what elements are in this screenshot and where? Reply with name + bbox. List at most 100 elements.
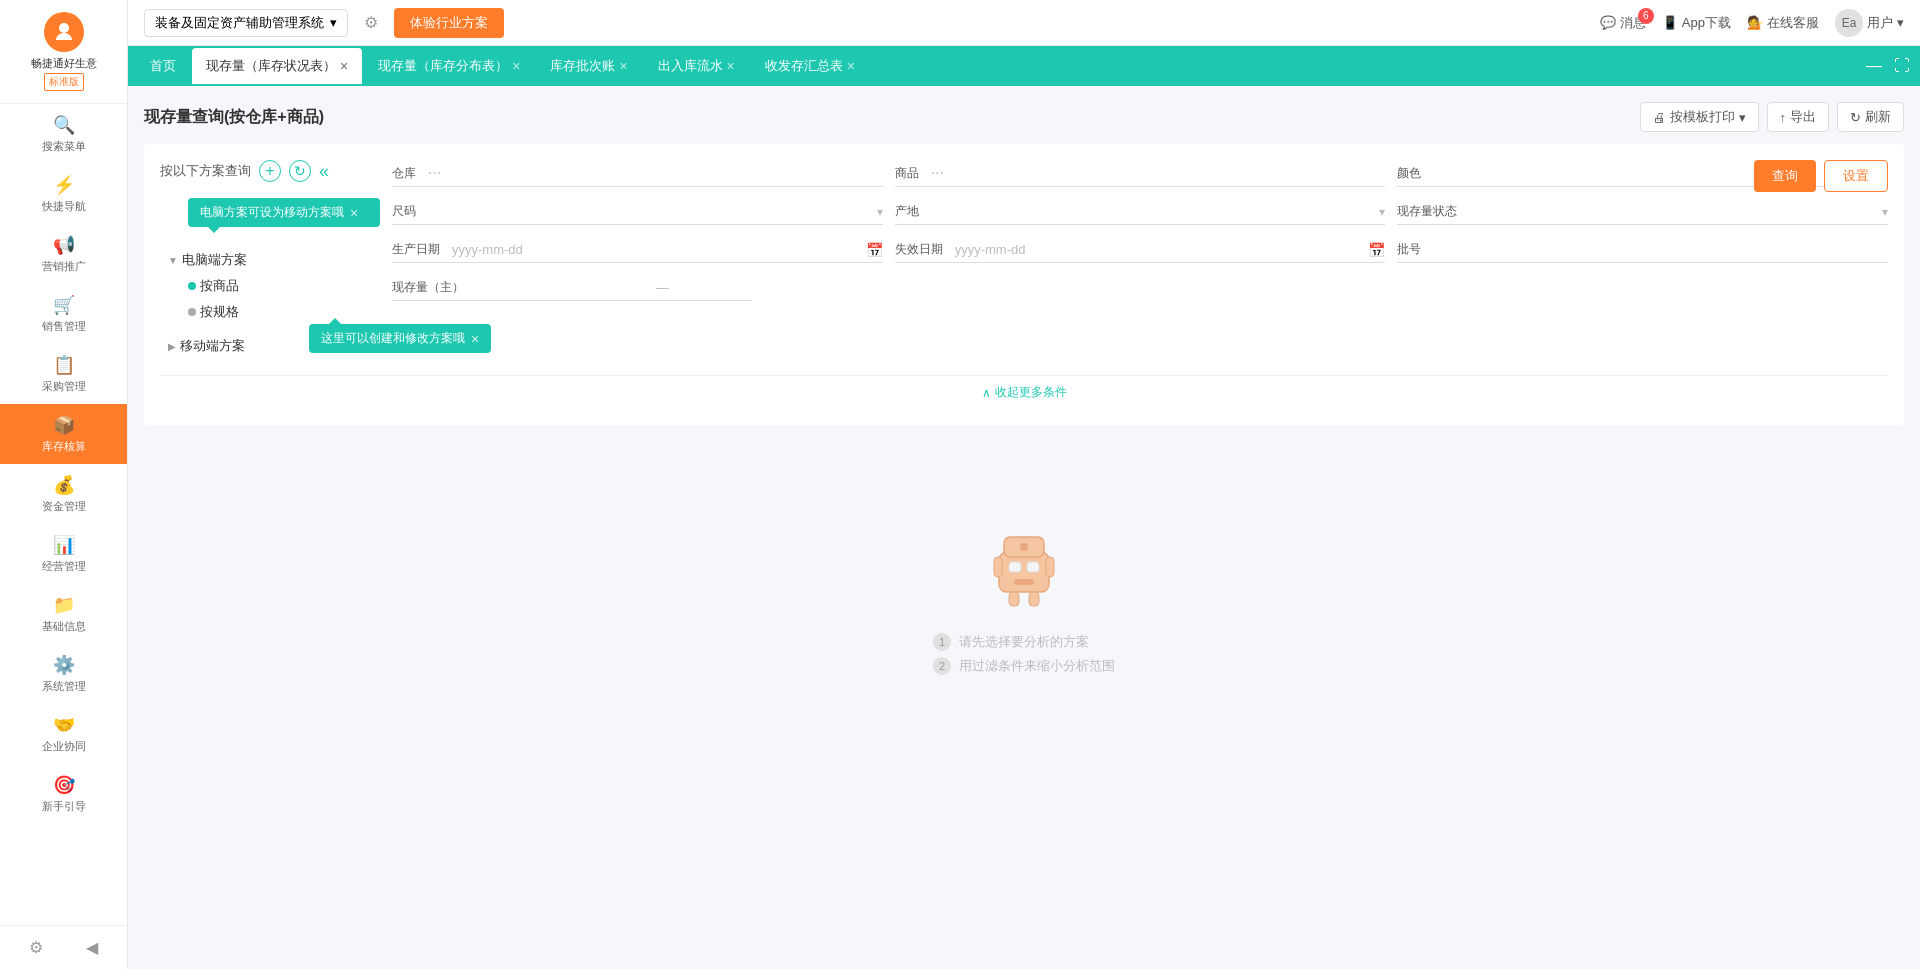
sidebar-item-operations[interactable]: 📊 经营管理: [0, 524, 127, 584]
prod-date-label: 生产日期: [392, 241, 440, 258]
collapse-conditions-button[interactable]: ∧ 收起更多条件: [160, 375, 1888, 409]
tab-close-icon[interactable]: ×: [727, 58, 735, 74]
sales-icon: 🛒: [53, 294, 75, 316]
settings-button[interactable]: ⚙: [25, 934, 47, 961]
tab-inventory-status[interactable]: 现存量（库存状况表） ×: [192, 48, 362, 84]
reset-button[interactable]: 设置: [1824, 160, 1888, 192]
warehouse-field: 仓库 ···: [392, 160, 883, 187]
system-name: 装备及固定资产辅助管理系统: [155, 14, 324, 32]
calendar2-icon[interactable]: 📅: [1368, 242, 1385, 258]
message-badge: 6: [1638, 8, 1654, 24]
sidebar-item-label: 基础信息: [42, 619, 86, 634]
sidebar-item-search[interactable]: 🔍 搜索菜单: [0, 104, 127, 164]
sidebar-item-system[interactable]: ⚙️ 系统管理: [0, 644, 127, 704]
inventory-qty-input-to[interactable]: [677, 280, 845, 295]
sidebar-item-newbie[interactable]: 🎯 新手引导: [0, 764, 127, 824]
maximize-button[interactable]: ⛶: [1892, 55, 1912, 77]
back-icon[interactable]: «: [319, 161, 329, 182]
system-selector[interactable]: 装备及固定资产辅助管理系统 ▾: [144, 9, 348, 37]
size-field[interactable]: 尺码 ▾: [392, 199, 883, 225]
sidebar-item-purchase[interactable]: 📋 采购管理: [0, 344, 127, 404]
template-print-button[interactable]: 🖨 按模板打印 ▾: [1640, 102, 1759, 132]
refresh-button[interactable]: ↻ 刷新: [1837, 102, 1904, 132]
template-print-label: 按模板打印: [1670, 108, 1735, 126]
scheme-item-label: 按商品: [200, 277, 239, 295]
main-area: 装备及固定资产辅助管理系统 ▾ ⚙ 体验行业方案 💬 消息 6 📱 App下载 …: [128, 0, 1920, 969]
filter-row-4: 现存量（主） —: [392, 275, 1888, 301]
sidebar-item-collab[interactable]: 🤝 企业协同: [0, 704, 127, 764]
expire-date-input[interactable]: [955, 242, 1365, 257]
filter-fields: 查询 设置 仓库 ··· 商品 ···: [392, 160, 1888, 301]
tab-close-icon[interactable]: ×: [619, 58, 627, 74]
refresh-scheme-button[interactable]: ↻: [289, 160, 311, 182]
gear-icon[interactable]: ⚙: [360, 9, 382, 36]
tab-summary[interactable]: 收发存汇总表 ×: [751, 48, 869, 84]
stock-status-field[interactable]: 现存量状态 ▾: [1397, 199, 1888, 225]
tab-close-icon[interactable]: ×: [512, 58, 520, 74]
avatar: Ea: [1835, 9, 1863, 37]
refresh-label: 刷新: [1865, 108, 1891, 126]
sidebar-item-label: 快捷导航: [42, 199, 86, 214]
tabbar: 首页 现存量（库存状况表） × 现存量（库存分布表） × 库存批次账 × 出入库…: [128, 46, 1920, 86]
sidebar-item-marketing[interactable]: 📢 营销推广: [0, 224, 127, 284]
origin-field[interactable]: 产地 ▾: [895, 199, 1386, 225]
inventory-qty-input-from[interactable]: [480, 280, 648, 295]
chevron-right-icon: ▼: [168, 255, 178, 266]
collapse-sidebar-button[interactable]: ◀: [82, 934, 102, 961]
sidebar-item-sales[interactable]: 🛒 销售管理: [0, 284, 127, 344]
tab-home[interactable]: 首页: [136, 48, 190, 84]
user-chevron-icon: ▾: [1897, 15, 1904, 30]
filter-header: 按以下方案查询 + ↻ «: [160, 160, 380, 182]
message-button[interactable]: 💬 消息 6: [1600, 14, 1646, 32]
calendar-icon[interactable]: 📅: [866, 242, 883, 258]
user-menu[interactable]: Ea 用户 ▾: [1835, 9, 1904, 37]
tab-inventory-dist[interactable]: 现存量（库存分布表） ×: [364, 48, 534, 84]
sidebar-item-label: 系统管理: [42, 679, 86, 694]
tab-close-icon[interactable]: ×: [340, 58, 348, 74]
tab-close-icon[interactable]: ×: [847, 58, 855, 74]
warehouse-dots[interactable]: ···: [428, 164, 441, 182]
add-scheme-button[interactable]: +: [259, 160, 281, 182]
tooltip-tail2: [329, 318, 341, 324]
sidebar-item-finance[interactable]: 💰 资金管理: [0, 464, 127, 524]
sidebar-item-quicknav[interactable]: ⚡ 快捷导航: [0, 164, 127, 224]
prod-date-input[interactable]: [452, 242, 862, 257]
empty-state: 1 请先选择要分析的方案 2 用过滤条件来缩小分析范围: [144, 437, 1904, 755]
quicknav-icon: ⚡: [53, 174, 75, 196]
message-icon: 💬: [1600, 15, 1616, 30]
tab-batch[interactable]: 库存批次账 ×: [536, 48, 641, 84]
scheme-desktop-group[interactable]: ▼ 电脑端方案: [160, 247, 380, 273]
sidebar-item-inventory[interactable]: 📦 库存核算: [0, 404, 127, 464]
edit-scheme-tooltip-text: 这里可以创建和修改方案哦: [321, 330, 465, 347]
basic-icon: 📁: [53, 594, 75, 616]
trial-button[interactable]: 体验行业方案: [394, 8, 504, 38]
app-download-button[interactable]: 📱 App下载: [1662, 14, 1731, 32]
scheme-tooltip-close[interactable]: ×: [350, 205, 358, 221]
sidebar-logo: 畅捷通好生意 标准版: [0, 0, 127, 104]
scheme-item-label: 按规格: [200, 303, 239, 321]
page-header: 现存量查询(按仓库+商品) 🖨 按模板打印 ▾ ↑ 导出 ↻ 刷新: [144, 102, 1904, 132]
export-button[interactable]: ↑ 导出: [1767, 102, 1830, 132]
goods-dots[interactable]: ···: [931, 164, 944, 182]
edit-scheme-tooltip-close[interactable]: ×: [471, 331, 479, 347]
export-icon: ↑: [1780, 110, 1787, 125]
stock-status-label: 现存量状态: [1397, 203, 1457, 220]
minimize-button[interactable]: —: [1864, 55, 1884, 77]
scheme-item-spec[interactable]: 按规格: [180, 299, 380, 325]
tab-flow[interactable]: 出入库流水 ×: [644, 48, 749, 84]
sidebar-item-basic[interactable]: 📁 基础信息: [0, 584, 127, 644]
online-support-button[interactable]: 💁 在线客服: [1747, 14, 1819, 32]
svg-rect-3: [1027, 562, 1039, 572]
tab-label: 现存量（库存分布表）: [378, 57, 508, 75]
color-label: 颜色: [1397, 165, 1421, 182]
svg-rect-8: [1029, 592, 1039, 606]
svg-point-0: [59, 23, 69, 33]
expire-date-field: 失效日期 📅: [895, 237, 1386, 263]
step-2-text: 用过滤条件来缩小分析范围: [959, 657, 1115, 675]
scheme-item-goods[interactable]: 按商品: [180, 273, 380, 299]
filter-panel: 按以下方案查询 + ↻ « 电脑方案可设为移动方案哦 ×: [144, 144, 1904, 425]
system-icon: ⚙️: [53, 654, 75, 676]
query-button[interactable]: 查询: [1754, 160, 1816, 192]
filter-action-buttons: 查询 设置: [1754, 160, 1888, 192]
sidebar-item-label: 资金管理: [42, 499, 86, 514]
